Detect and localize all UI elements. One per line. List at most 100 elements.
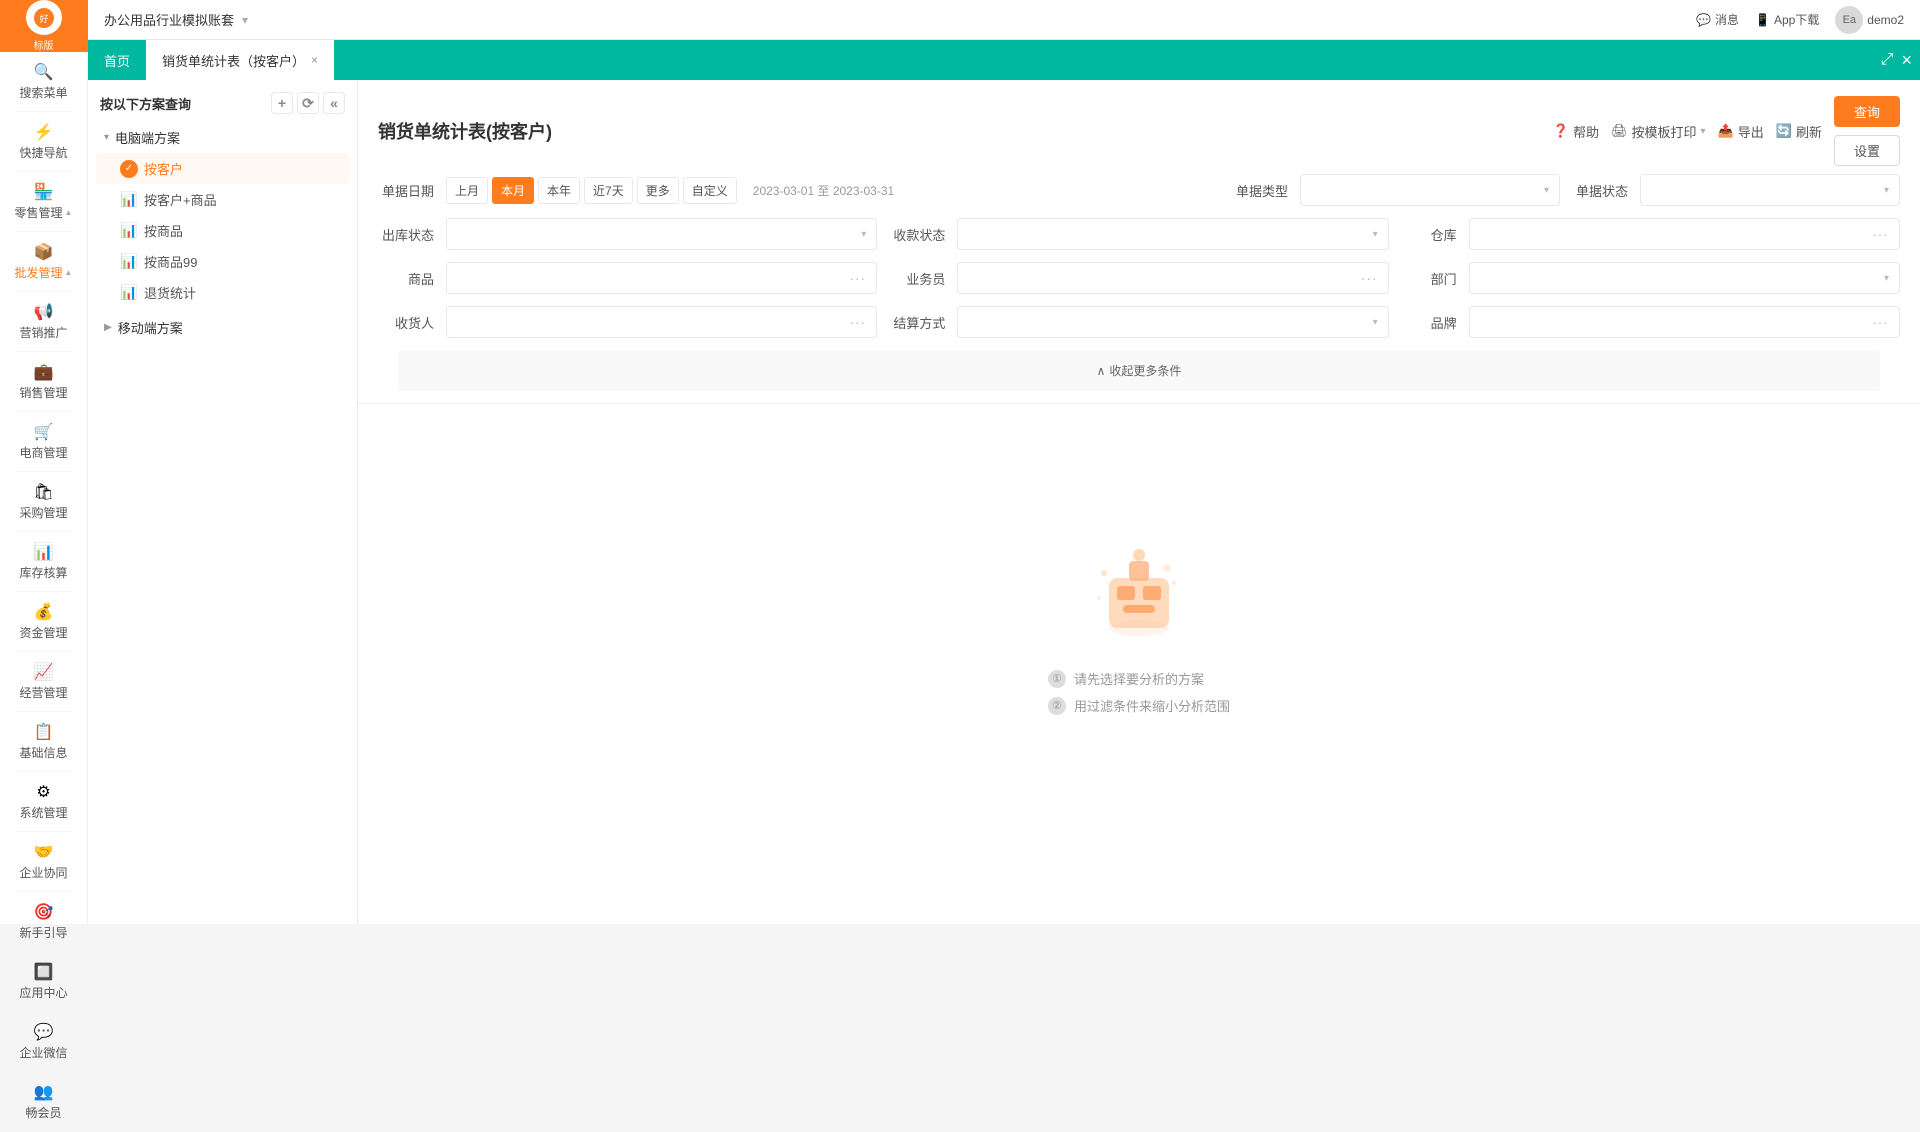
- main-area: 办公用品行业模拟账套 ▾ 💬 消息 📱 App下载 Ea demo2 首页: [88, 0, 1920, 924]
- sidebar-item-13[interactable]: 🤝 企业协同: [15, 832, 73, 892]
- add-scheme-button[interactable]: +: [271, 92, 293, 114]
- out-status-select[interactable]: ▾: [446, 218, 877, 250]
- sidebar-item-12[interactable]: ⚙ 系统管理: [15, 772, 73, 832]
- tree-group-0: ▾ 电脑端方案 ✓按客户📊按客户+商品📊按商品📊按商品99📊退货统计: [96, 122, 349, 308]
- message-icon: 💬: [1696, 13, 1711, 27]
- payment-method-select[interactable]: ▾: [957, 306, 1388, 338]
- warehouse-select[interactable]: ···: [1469, 218, 1900, 250]
- date-btn-上月[interactable]: 上月: [446, 177, 488, 204]
- date-btn-更多[interactable]: 更多: [637, 177, 679, 204]
- brand-dots-icon: ···: [1872, 314, 1889, 330]
- collapse-more-button[interactable]: ∧ 收起更多条件: [1091, 356, 1188, 385]
- window-maximize-icon[interactable]: ⤢: [1881, 51, 1894, 69]
- industry-title: 办公用品行业模拟账套: [104, 10, 234, 29]
- sidebar-item-14[interactable]: 🎯 新手引导: [15, 892, 73, 952]
- sidebar-item-16[interactable]: 💬 企业微信: [15, 1012, 73, 1072]
- sidebar-item-17[interactable]: 👥 畅会员: [15, 1072, 73, 1132]
- scheme-tree: ▾ 电脑端方案 ✓按客户📊按客户+商品📊按商品📊按商品99📊退货统计 ▶ 移动端…: [88, 122, 357, 347]
- sidebar-item-0[interactable]: 🔍 搜索菜单: [15, 52, 73, 112]
- print-icon: 🖨: [1611, 123, 1628, 139]
- print-button[interactable]: 🖨 按模板打印 ▾: [1611, 122, 1706, 141]
- right-panel: 销货单统计表(按客户) ❓ 帮助 🖨 按模板打印 ▾ 📤 导出: [358, 80, 1920, 924]
- tabbar: 首页 销货单统计表（按客户） × ⤢ ×: [88, 40, 1920, 80]
- sidebar-item-5[interactable]: 💼 销售管理: [15, 352, 73, 412]
- menu-label-10: 经营管理: [19, 684, 67, 701]
- sidebar-item-4[interactable]: 📢 营销推广: [15, 292, 73, 352]
- sidebar-item-8[interactable]: 📊 库存核算: [15, 532, 73, 592]
- tree-group-header-0[interactable]: ▾ 电脑端方案: [96, 122, 349, 153]
- date-btn-本月[interactable]: 本月: [492, 177, 534, 204]
- sidebar-item-9[interactable]: 💰 资金管理: [15, 592, 73, 652]
- user-profile[interactable]: Ea demo2: [1835, 6, 1904, 34]
- menu-icon-10: 📈: [34, 662, 54, 682]
- export-label: 导出: [1738, 122, 1764, 141]
- topbar: 办公用品行业模拟账套 ▾ 💬 消息 📱 App下载 Ea demo2: [88, 0, 1920, 40]
- tab-active[interactable]: 销货单统计表（按客户） ×: [146, 40, 334, 80]
- sidebar-item-2[interactable]: 🏪 零售管理 ▲: [15, 172, 73, 232]
- industry-dropdown[interactable]: ▾: [242, 13, 248, 27]
- user-name: demo2: [1867, 13, 1904, 27]
- topbar-right: 💬 消息 📱 App下载 Ea demo2: [1696, 6, 1904, 34]
- sidebar-item-1[interactable]: ⚡ 快捷导航: [15, 112, 73, 172]
- tree-item-0-3[interactable]: 📊按商品99: [96, 246, 349, 277]
- help-button[interactable]: ❓ 帮助: [1553, 122, 1599, 141]
- menu-label-15: 应用中心: [19, 984, 67, 1001]
- sidebar-item-6[interactable]: 🛒 电商管理: [15, 412, 73, 472]
- tab-close-icon[interactable]: ×: [311, 53, 318, 67]
- window-close-icon[interactable]: ×: [1901, 50, 1912, 71]
- sidebar-item-11[interactable]: 📋 基础信息: [15, 712, 73, 772]
- tab-home[interactable]: 首页: [88, 40, 146, 80]
- empty-state: ① 请先选择要分析的方案 ② 用过滤条件来缩小分析范围: [358, 404, 1920, 924]
- menu-icon-11: 📋: [34, 722, 54, 742]
- receiver-select[interactable]: ···: [446, 306, 877, 338]
- app-download-icon: 📱: [1755, 13, 1770, 27]
- order-status-arrow-icon: ▾: [1884, 185, 1889, 196]
- sidebar-item-10[interactable]: 📈 经营管理: [15, 652, 73, 712]
- print-label: 按模板打印: [1632, 122, 1697, 141]
- tree-item-icon-0-0: ✓: [120, 160, 138, 178]
- tree-group-header-1[interactable]: ▶ 移动端方案: [96, 312, 349, 343]
- refresh-label: 刷新: [1796, 122, 1822, 141]
- sidebar-logo[interactable]: 好 标版: [0, 0, 88, 52]
- tree-group-1: ▶ 移动端方案: [96, 312, 349, 343]
- app-download-button[interactable]: 📱 App下载: [1755, 11, 1819, 28]
- menu-label-12: 系统管理: [19, 804, 67, 821]
- empty-tip-2: ② 用过滤条件来缩小分析范围: [1048, 696, 1230, 715]
- avatar-text: Ea: [1843, 14, 1856, 26]
- right-action-btns: 查询 设置: [1834, 96, 1900, 166]
- tree-item-0-1[interactable]: 📊按客户+商品: [96, 184, 349, 215]
- topbar-left: 办公用品行业模拟账套 ▾: [104, 10, 248, 29]
- refresh-button[interactable]: 🔄 刷新: [1776, 122, 1822, 141]
- department-select[interactable]: ▾: [1469, 262, 1900, 294]
- payment-status-select[interactable]: ▾: [957, 218, 1388, 250]
- tree-item-0-4[interactable]: 📊退货统计: [96, 277, 349, 308]
- order-type-select[interactable]: ▾: [1300, 174, 1560, 206]
- sidebar-item-3[interactable]: 📦 批发管理 ▲: [15, 232, 73, 292]
- refresh-scheme-button[interactable]: ⟳: [297, 92, 319, 114]
- logo-icon: 好: [26, 0, 62, 35]
- sidebar-item-15[interactable]: 🔲 应用中心: [15, 952, 73, 1012]
- date-btn-近7天[interactable]: 近7天: [584, 177, 633, 204]
- export-button[interactable]: 📤 导出: [1718, 122, 1764, 141]
- tree-item-label-0-2: 按商品: [144, 221, 183, 240]
- date-btn-本年[interactable]: 本年: [538, 177, 580, 204]
- settings-button[interactable]: 设置: [1834, 135, 1900, 166]
- sidebar-item-7[interactable]: 🛍 采购管理: [15, 472, 73, 532]
- brand-select[interactable]: ···: [1469, 306, 1900, 338]
- query-button[interactable]: 查询: [1834, 96, 1900, 127]
- menu-label-14: 新手引导: [19, 924, 67, 941]
- message-button[interactable]: 💬 消息: [1696, 11, 1739, 28]
- menu-label-17: 畅会员: [25, 1104, 61, 1121]
- collapse-panel-button[interactable]: «: [323, 92, 345, 114]
- tree-item-0-2[interactable]: 📊按商品: [96, 215, 349, 246]
- goods-select[interactable]: ···: [446, 262, 877, 294]
- payment-status-label: 收款状态: [889, 225, 945, 244]
- menu-label-9: 资金管理: [19, 624, 67, 641]
- tree-item-0-0[interactable]: ✓按客户: [96, 153, 349, 184]
- menu-icon-8: 📊: [34, 542, 54, 562]
- empty-tips: ① 请先选择要分析的方案 ② 用过滤条件来缩小分析范围: [1048, 669, 1230, 715]
- date-btn-自定义[interactable]: 自定义: [683, 177, 737, 204]
- order-status-select[interactable]: ▾: [1640, 174, 1900, 206]
- salesperson-select[interactable]: ···: [957, 262, 1388, 294]
- sidebar: 好 标版 🔍 搜索菜单 ⚡ 快捷导航 🏪 零售管理 ▲ 📦 批发管理 ▲ 📢 营…: [0, 0, 88, 924]
